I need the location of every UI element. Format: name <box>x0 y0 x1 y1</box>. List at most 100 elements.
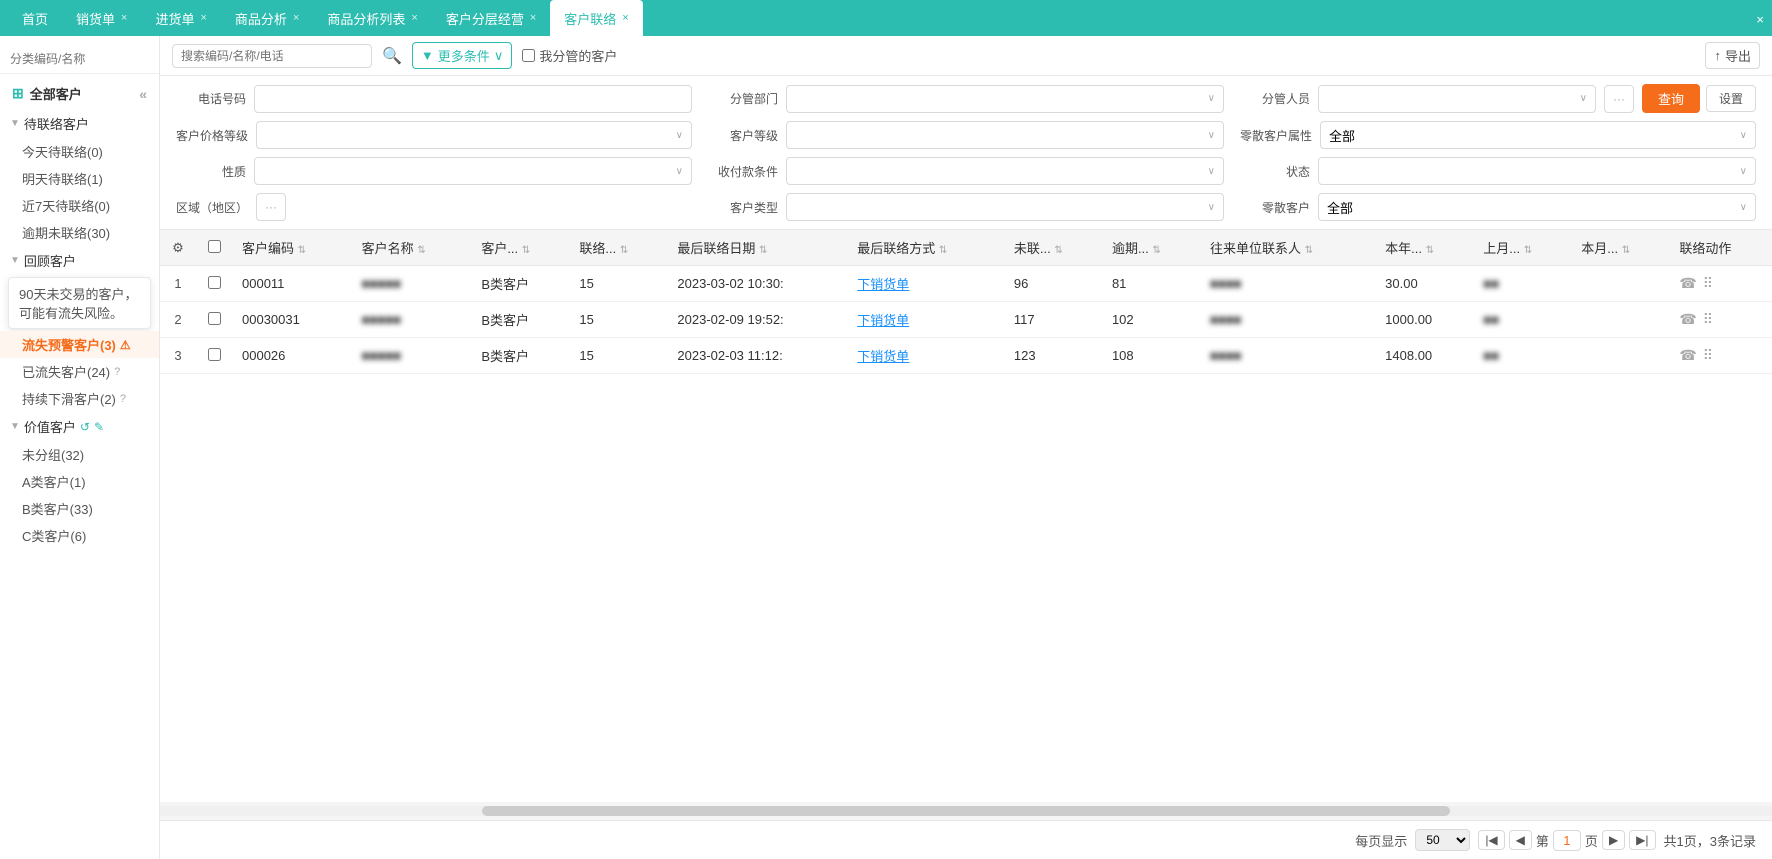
export-button[interactable]: ↑ 导出 <box>1705 42 1760 69</box>
sidebar-item-churn-warning[interactable]: 流失预警客户(3) ⚠ <box>0 331 159 358</box>
sort-icon: ⇅ <box>1426 245 1434 256</box>
filter-row-lingou-customer: 零散客户 全部 ∨ <box>1240 193 1756 221</box>
horizontal-scrollbar[interactable] <box>160 806 1772 816</box>
section-pending-contact[interactable]: ▼ 待联络客户 <box>0 109 159 138</box>
close-all-button[interactable]: × <box>1756 8 1764 29</box>
chevron-down-icon: ∨ <box>1208 130 1215 141</box>
close-icon[interactable]: × <box>530 12 536 24</box>
more-action-icon[interactable]: ⠿ <box>1703 311 1713 328</box>
phone-input[interactable] <box>254 85 692 113</box>
section-value-customer[interactable]: ▼ 价值客户 ↺ ✎ <box>0 412 159 441</box>
last-month-amount: ■■ <box>1473 266 1571 302</box>
filter-row-price-tier: 客户价格等级 ∨ <box>176 121 692 149</box>
customer-tier-select[interactable]: ∨ <box>786 121 1224 149</box>
col-code: 客户编码 ⇅ <box>232 230 352 266</box>
page-navigation: |◀ ◀ 第 1 页 ▶ ▶| <box>1478 830 1655 851</box>
uncontact-days: 96 <box>1004 266 1102 302</box>
sort-icon: ⇅ <box>522 245 530 256</box>
close-icon[interactable]: × <box>200 12 206 24</box>
contact-icon[interactable]: ☎ <box>1679 311 1696 328</box>
nav-tab-customer-contact[interactable]: 客户联络 × <box>550 0 642 36</box>
close-icon[interactable]: × <box>121 12 127 24</box>
payment-label: 收付款条件 <box>708 163 778 180</box>
settings-icon[interactable]: ⚙ <box>172 240 184 255</box>
filter-row-lingou-attr: 零散客户属性 全部 ∨ <box>1240 121 1756 149</box>
my-customers-checkbox[interactable]: 我分管的客户 <box>522 46 617 65</box>
sidebar-item-class-b[interactable]: B类客户(33) <box>0 495 159 522</box>
chevron-down-icon: ∨ <box>1208 166 1215 177</box>
prev-page-button[interactable]: ◀ <box>1509 830 1532 850</box>
current-page: 1 <box>1553 830 1581 851</box>
sidebar-item-ungroup[interactable]: 未分组(32) <box>0 441 159 468</box>
collapse-icon[interactable]: « <box>139 86 147 102</box>
settings-button[interactable]: 设置 <box>1706 85 1756 112</box>
customer-tier-label: 客户等级 <box>708 127 778 144</box>
row-checkbox[interactable] <box>196 266 232 302</box>
person-select[interactable]: ∨ <box>1318 85 1596 113</box>
close-icon[interactable]: × <box>411 12 417 24</box>
row-checkbox[interactable] <box>196 302 232 338</box>
sidebar-item-declining-customers[interactable]: 持续下滑客户(2) ? <box>0 385 159 412</box>
nav-tab-home[interactable]: 首页 <box>8 0 62 36</box>
more-action-icon[interactable]: ⠿ <box>1703 275 1713 292</box>
contact-icon[interactable]: ☎ <box>1679 275 1696 292</box>
last-contact-way: 下销货单 <box>847 338 1004 374</box>
sidebar-search-input[interactable] <box>10 52 160 66</box>
col-contact-num: 联络... ⇅ <box>569 230 667 266</box>
nav-tab-customer-tier[interactable]: 客户分层经营 × <box>432 0 550 36</box>
uncontact-days: 117 <box>1004 302 1102 338</box>
nav-tab-analysis-list[interactable]: 商品分析列表 × <box>313 0 431 36</box>
select-all-checkbox[interactable] <box>208 240 221 253</box>
table-wrapper: ⚙ 客户编码 ⇅ 客户名称 ⇅ <box>160 230 1772 802</box>
nature-select[interactable]: ∨ <box>254 157 692 185</box>
search-button[interactable]: 🔍 <box>382 46 402 66</box>
close-icon[interactable]: × <box>293 12 299 24</box>
more-action-icon[interactable]: ⠿ <box>1703 347 1713 364</box>
nav-tab-purchase[interactable]: 进货单 × <box>141 0 220 36</box>
contact-person: ■■■■ <box>1200 266 1375 302</box>
last-page-button[interactable]: ▶| <box>1629 830 1655 850</box>
sort-icon: ⇅ <box>620 245 628 256</box>
sidebar-search-area: 🔍 <box>0 44 159 74</box>
sidebar-item-class-c[interactable]: C类客户(6) <box>0 522 159 549</box>
col-checkbox <box>196 230 232 266</box>
lingou-customer-select[interactable]: 全部 ∨ <box>1318 193 1756 221</box>
person-more-button[interactable]: ··· <box>1604 85 1634 113</box>
first-page-button[interactable]: |◀ <box>1478 830 1504 850</box>
more-conditions-button[interactable]: ▼ 更多条件 ∨ <box>412 42 512 69</box>
last-month-amount: ■■ <box>1473 302 1571 338</box>
customer-type-label: 客户类型 <box>708 199 778 216</box>
close-icon[interactable]: × <box>622 12 628 24</box>
lingou-attr-select[interactable]: 全部 ∨ <box>1320 121 1756 149</box>
nav-tab-sales[interactable]: 销货单 × <box>62 0 141 36</box>
sidebar-item-class-a[interactable]: A类客户(1) <box>0 468 159 495</box>
status-select[interactable]: ∨ <box>1318 157 1756 185</box>
query-button[interactable]: 查询 <box>1642 84 1700 113</box>
advanced-filter-panel: 电话号码 分管部门 ∨ 分管人员 ∨ ··· <box>160 76 1772 230</box>
all-customers[interactable]: ⊞ 全部客户 « <box>0 78 159 109</box>
nav-tab-analysis[interactable]: 商品分析 × <box>221 0 313 36</box>
sidebar-item-7day-contact[interactable]: 近7天待联络(0) <box>0 192 159 219</box>
col-last-contact-way: 最后联络方式 ⇅ <box>847 230 1004 266</box>
sidebar-item-tomorrow-contact[interactable]: 明天待联络(1) <box>0 165 159 192</box>
chevron-down-icon: ∨ <box>1740 202 1747 213</box>
row-checkbox[interactable] <box>196 338 232 374</box>
sidebar-item-overdue-contact[interactable]: 逾期未联络(30) <box>0 219 159 246</box>
sidebar-item-today-contact[interactable]: 今天待联络(0) <box>0 138 159 165</box>
sidebar-item-lost-customers[interactable]: 已流失客户(24) ? <box>0 358 159 385</box>
next-page-button[interactable]: ▶ <box>1602 830 1625 850</box>
price-tier-select[interactable]: ∨ <box>256 121 692 149</box>
contact-person: ■■■■ <box>1200 302 1375 338</box>
filter-row-customer-tier: 客户等级 ∨ <box>708 121 1224 149</box>
customer-type-select[interactable]: ∨ <box>786 193 1224 221</box>
dept-select[interactable]: ∨ <box>786 85 1224 113</box>
per-page-select[interactable]: 50 100 200 <box>1415 829 1470 851</box>
region-ellipsis-button[interactable]: ··· <box>256 193 286 221</box>
section-review-customer[interactable]: ▼ 回顾客户 <box>0 246 159 275</box>
search-input[interactable] <box>172 44 372 68</box>
customer-name: ■■■■■ <box>352 302 472 338</box>
refresh-icon[interactable]: ↺ <box>80 420 90 434</box>
contact-icon[interactable]: ☎ <box>1679 347 1696 364</box>
edit-icon[interactable]: ✎ <box>94 420 104 434</box>
payment-select[interactable]: ∨ <box>786 157 1224 185</box>
